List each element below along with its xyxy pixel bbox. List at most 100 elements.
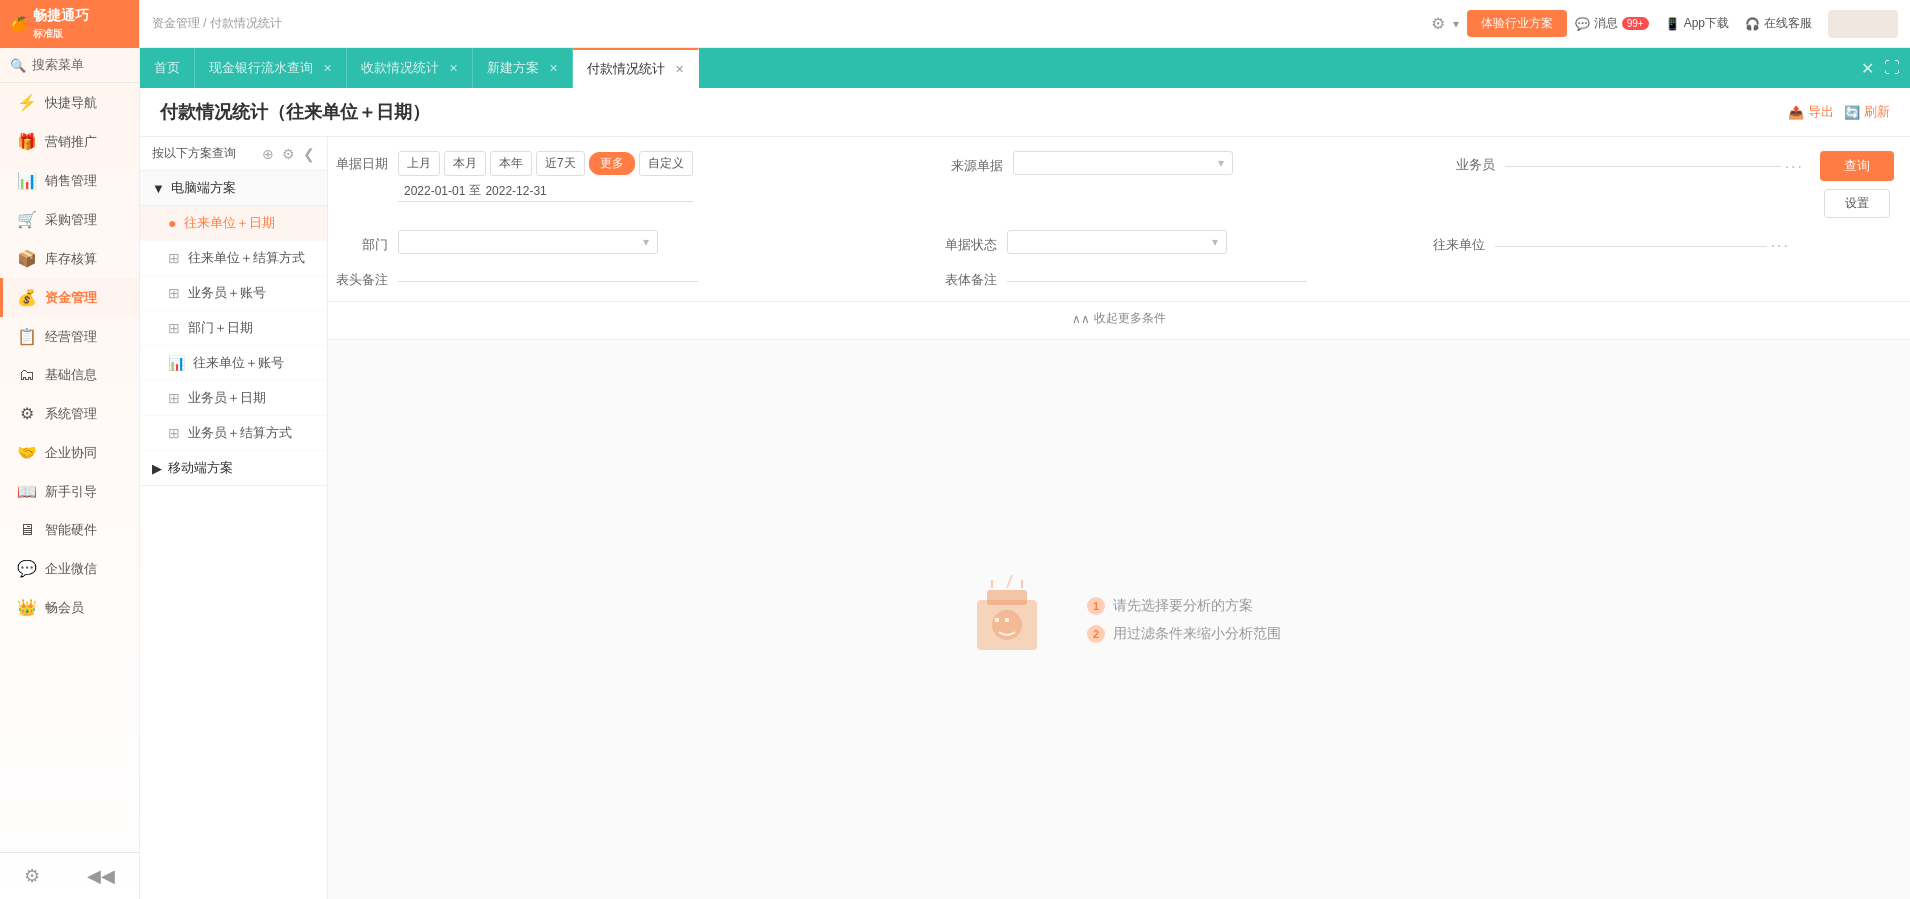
scheme-item-icon: ⊞ bbox=[168, 285, 180, 301]
date-btn-7days[interactable]: 近7天 bbox=[536, 151, 585, 176]
search-icon: 🔍 bbox=[10, 58, 26, 73]
empty-illustration bbox=[957, 570, 1057, 670]
sidebar-item-basic[interactable]: 🗂 基础信息 bbox=[0, 356, 139, 394]
messages-btn[interactable]: 💬 消息 99+ bbox=[1575, 15, 1649, 32]
sidebar-item-system[interactable]: ⚙ 系统管理 bbox=[0, 394, 139, 433]
export-btn[interactable]: 📤 导出 bbox=[1788, 103, 1834, 121]
messages-label: 消息 bbox=[1594, 15, 1618, 32]
staff-input[interactable] bbox=[1505, 158, 1781, 167]
unit-label: 往来单位 bbox=[1425, 231, 1495, 254]
note1-input[interactable] bbox=[398, 273, 698, 282]
tab-new-scheme[interactable]: 新建方案 ✕ bbox=[473, 48, 573, 88]
settings-bottom-icon[interactable]: ⚙ bbox=[16, 861, 48, 891]
sidebar-item-label: 库存核算 bbox=[45, 250, 97, 268]
filter-section: 单据日期 上月 本月 本年 近7天 更多 自定义 bbox=[328, 137, 1910, 340]
enterprise-icon: 🤝 bbox=[17, 443, 37, 462]
scheme-item-unit-account[interactable]: 📊 往来单位＋账号 bbox=[140, 346, 327, 381]
scheme-group-desktop[interactable]: ▼ 电脑端方案 bbox=[140, 171, 327, 206]
date-input-area[interactable]: 2022-01-01 至 2022-12-31 bbox=[398, 180, 693, 202]
unit-dots[interactable]: ... bbox=[1771, 233, 1790, 251]
trial-btn[interactable]: 体验行业方案 bbox=[1467, 10, 1567, 37]
logo-icon: 🍊 bbox=[10, 16, 27, 32]
collapse-bar[interactable]: ∧∧ 收起更多条件 bbox=[328, 301, 1910, 335]
search-menu[interactable]: 🔍 搜索菜单 bbox=[0, 48, 139, 83]
sidebar-item-guide[interactable]: 📖 新手引导 bbox=[0, 472, 139, 511]
tab-new-scheme-close[interactable]: ✕ bbox=[549, 62, 558, 75]
scheme-item-unit-date[interactable]: ● 往来单位＋日期 bbox=[140, 206, 327, 241]
avatar[interactable] bbox=[1828, 10, 1898, 38]
filter-main: 单据日期 上月 本月 本年 近7天 更多 自定义 bbox=[328, 137, 1910, 899]
app-download-btn[interactable]: 📱 App下载 bbox=[1665, 15, 1729, 32]
tab-collection[interactable]: 收款情况统计 ✕ bbox=[347, 48, 473, 88]
sidebar-item-quick-nav[interactable]: ⚡ 快捷导航 bbox=[0, 83, 139, 122]
tab-cash-bank-close[interactable]: ✕ bbox=[323, 62, 332, 75]
scheme-item-staff-account[interactable]: ⊞ 业务员＋账号 bbox=[140, 276, 327, 311]
scheme-add-icon[interactable]: ⊕ bbox=[262, 146, 274, 162]
sidebar-item-label: 智能硬件 bbox=[45, 521, 97, 539]
sidebar-item-label: 畅会员 bbox=[45, 599, 84, 617]
online-service-btn[interactable]: 🎧 在线客服 bbox=[1745, 15, 1812, 32]
app-logo: 🍊 畅捷通巧 标准版 bbox=[0, 0, 139, 48]
note2-input[interactable] bbox=[1007, 273, 1307, 282]
scheme-item-label: 部门＋日期 bbox=[188, 319, 253, 337]
filter-row-2: 部门 ▾ 单据状态 ▾ bbox=[328, 230, 1910, 254]
tab-expand-icon[interactable]: ⛶ bbox=[1884, 59, 1900, 77]
tab-cash-bank[interactable]: 现金银行流水查询 ✕ bbox=[195, 48, 347, 88]
collapse-up-icon: ∧∧ bbox=[1072, 312, 1090, 326]
sidebar-item-member[interactable]: 👑 畅会员 bbox=[0, 588, 139, 627]
tab-bar: 首页 现金银行流水查询 ✕ 收款情况统计 ✕ 新建方案 ✕ 付款情况统计 ✕ ✕… bbox=[140, 48, 1910, 88]
sidebar-item-marketing[interactable]: 🎁 营销推广 bbox=[0, 122, 139, 161]
messages-badge: 99+ bbox=[1622, 17, 1649, 30]
date-btn-more[interactable]: 更多 bbox=[589, 152, 635, 175]
scheme-item-dept-date[interactable]: ⊞ 部门＋日期 bbox=[140, 311, 327, 346]
sidebar-item-weixin[interactable]: 💬 企业微信 bbox=[0, 549, 139, 588]
sidebar-item-capital[interactable]: 💰 资金管理 bbox=[0, 278, 139, 317]
sidebar-item-label: 销售管理 bbox=[45, 172, 97, 190]
settings-icon[interactable]: ⚙ bbox=[1431, 14, 1445, 33]
sidebar-item-hardware[interactable]: 🖥 智能硬件 bbox=[0, 511, 139, 549]
tab-close-all-icon[interactable]: ✕ bbox=[1861, 59, 1874, 78]
unit-input[interactable] bbox=[1495, 238, 1767, 247]
sidebar-item-label: 系统管理 bbox=[45, 405, 97, 423]
source-select[interactable]: ▾ bbox=[1013, 151, 1233, 175]
sidebar-item-purchase[interactable]: 🛒 采购管理 bbox=[0, 200, 139, 239]
tab-payment-close[interactable]: ✕ bbox=[675, 63, 684, 76]
empty-step1: 1 请先选择要分析的方案 bbox=[1087, 597, 1281, 615]
sidebar-item-enterprise[interactable]: 🤝 企业协同 bbox=[0, 433, 139, 472]
refresh-btn[interactable]: 🔄 刷新 bbox=[1844, 103, 1890, 121]
dropdown-icon[interactable]: ▾ bbox=[1453, 17, 1459, 31]
sidebar-item-operations[interactable]: 📋 经营管理 bbox=[0, 317, 139, 356]
setting-btn[interactable]: 设置 bbox=[1824, 189, 1890, 218]
date-range-label: 单据日期 bbox=[328, 151, 398, 173]
tab-collection-close[interactable]: ✕ bbox=[449, 62, 458, 75]
sidebar-item-inventory[interactable]: 📦 库存核算 bbox=[0, 239, 139, 278]
collapse-sidebar-icon[interactable]: ◀◀ bbox=[79, 861, 123, 891]
date-btn-custom[interactable]: 自定义 bbox=[639, 151, 693, 176]
sidebar-item-sales[interactable]: 📊 销售管理 bbox=[0, 161, 139, 200]
query-btn[interactable]: 查询 bbox=[1820, 151, 1894, 181]
scheme-item-unit-settle[interactable]: ⊞ 往来单位＋结算方式 bbox=[140, 241, 327, 276]
inventory-icon: 📦 bbox=[17, 249, 37, 268]
system-icon: ⚙ bbox=[17, 404, 37, 423]
scheme-settings-icon[interactable]: ⚙ bbox=[282, 146, 295, 162]
tab-home[interactable]: 首页 bbox=[140, 48, 195, 88]
status-select[interactable]: ▾ bbox=[1007, 230, 1227, 254]
scheme-active-icon: ● bbox=[168, 215, 176, 231]
dept-select[interactable]: ▾ bbox=[398, 230, 658, 254]
date-btn-last-month[interactable]: 上月 bbox=[398, 151, 440, 176]
cash-bank-tab-label: 现金银行流水查询 bbox=[209, 59, 313, 77]
header-right: 💬 消息 99+ 📱 App下载 🎧 在线客服 bbox=[1575, 10, 1898, 38]
staff-dots[interactable]: ... bbox=[1785, 154, 1804, 172]
scheme-item-label: 业务员＋日期 bbox=[188, 389, 266, 407]
tab-payment[interactable]: 付款情况统计 ✕ bbox=[573, 48, 699, 88]
date-btn-this-year[interactable]: 本年 bbox=[490, 151, 532, 176]
collapse-label: 收起更多条件 bbox=[1094, 310, 1166, 327]
scheme-item-staff-date[interactable]: ⊞ 业务员＋日期 bbox=[140, 381, 327, 416]
scheme-group-mobile[interactable]: ▶ 移动端方案 bbox=[140, 451, 327, 486]
scheme-item-staff-settle[interactable]: ⊞ 业务员＋结算方式 bbox=[140, 416, 327, 451]
page-header: 付款情况统计（往来单位＋日期） 📤 导出 🔄 刷新 bbox=[140, 88, 1910, 137]
date-btn-this-month[interactable]: 本月 bbox=[444, 151, 486, 176]
step2-text: 用过滤条件来缩小分析范围 bbox=[1113, 625, 1281, 643]
svg-rect-1 bbox=[987, 590, 1027, 605]
scheme-collapse-icon[interactable]: ❮ bbox=[303, 146, 315, 162]
